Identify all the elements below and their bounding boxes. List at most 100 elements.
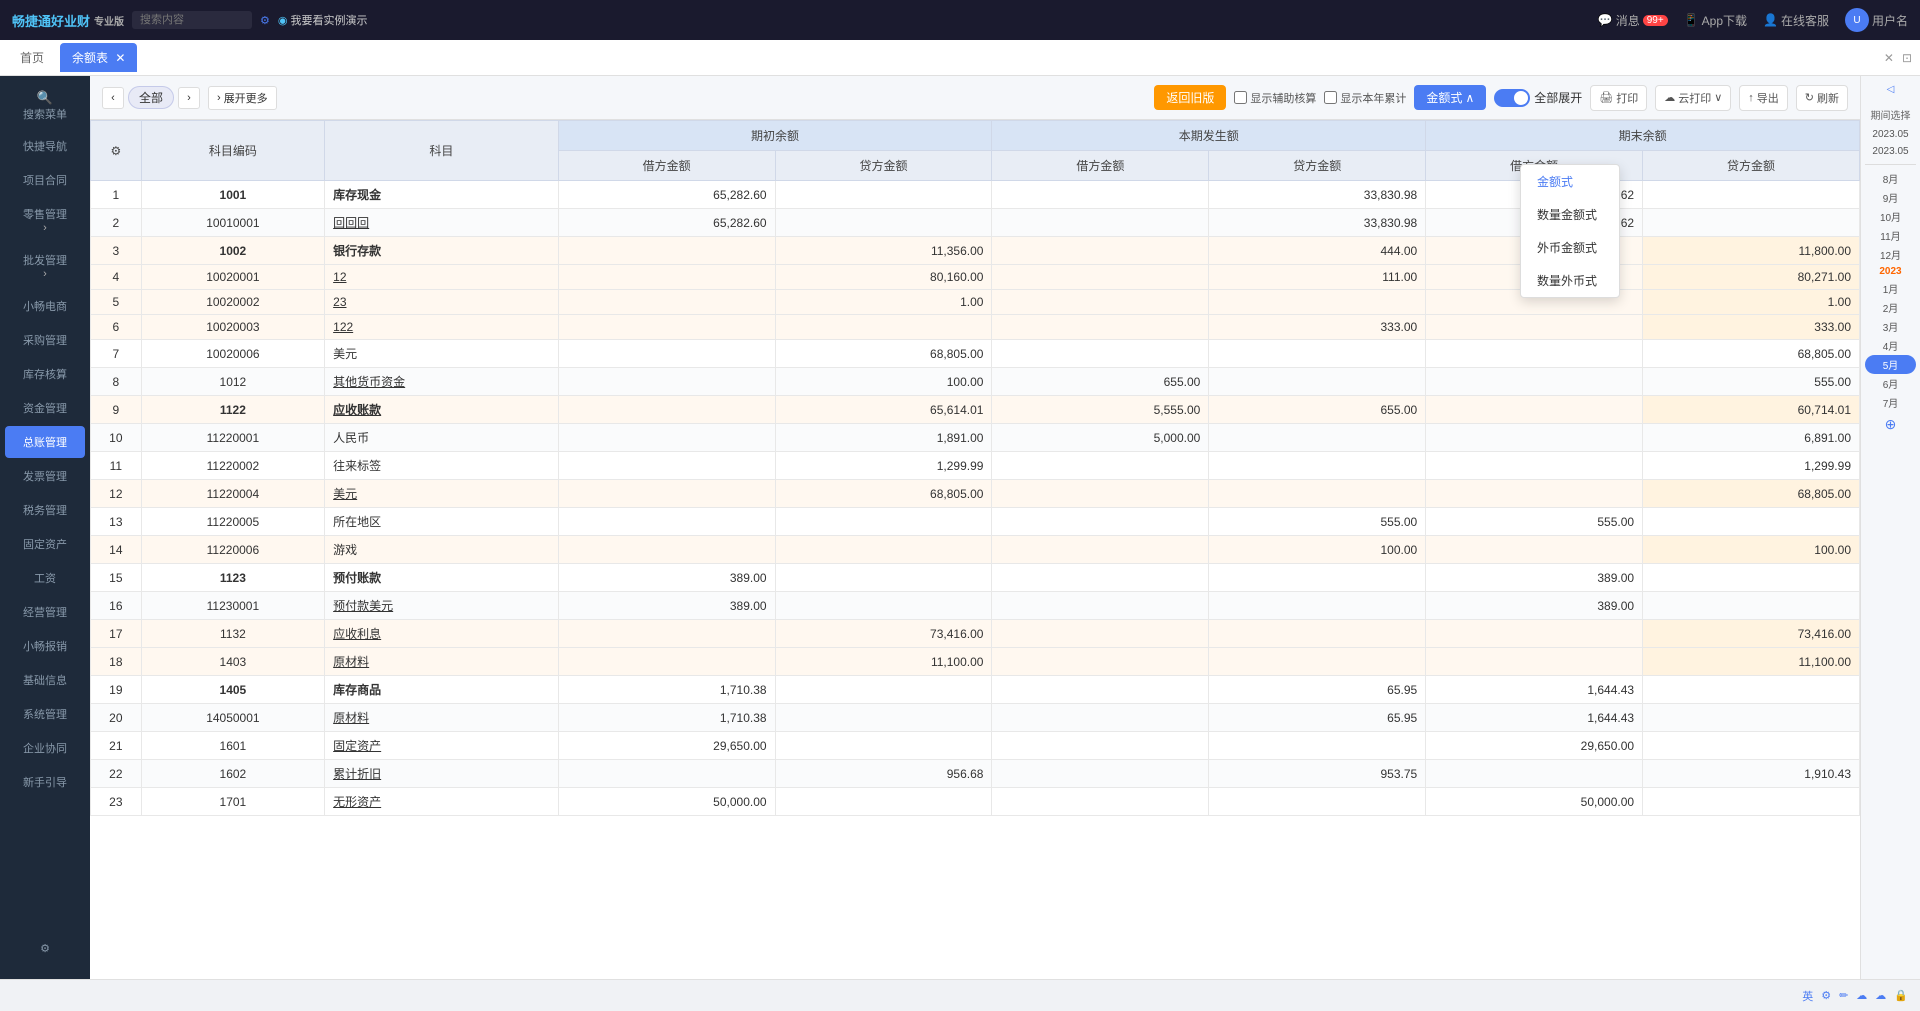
cell-subject[interactable]: 23 [325,290,559,315]
online-service-btn[interactable]: 👤 在线客服 [1763,12,1829,29]
sidebar-item-retail[interactable]: 零售管理 › [5,198,85,242]
cloud-print-btn[interactable]: ☁ 云打印 ∨ [1655,85,1731,111]
collapse-period-btn[interactable]: ◁ [1887,84,1895,95]
cell-subject[interactable]: 美元 [325,480,559,508]
settings-icon[interactable]: ⚙ [260,14,270,27]
nav-left-arrow[interactable]: ‹ [102,87,124,109]
expand-more-btn[interactable]: › 展开更多 [208,86,277,110]
period-month-11[interactable]: 11月 [1865,226,1916,245]
sidebar-item-ecommerce[interactable]: 小畅电商 [5,290,85,322]
aux-checkbox-input[interactable] [1234,91,1247,104]
dropdown-item-qty-amount[interactable]: 数量金额式 [1521,198,1619,231]
cell-subject[interactable]: 12 [325,265,559,290]
cell-subject[interactable]: 无形资产 [325,788,559,816]
period-month-10[interactable]: 10月 [1865,207,1916,226]
dropdown-item-foreign-amount[interactable]: 外币金额式 [1521,231,1619,264]
show-ytd-checkbox[interactable]: 显示本年累计 [1324,90,1406,106]
cell-subject[interactable]: 应收利息 [325,620,559,648]
period-month-9[interactable]: 9月 [1865,188,1916,207]
cell-subject[interactable]: 其他货币资金 [325,368,559,396]
mode-btn[interactable]: 金额式 ∧ [1414,85,1486,110]
sidebar-search[interactable]: 🔍 搜索菜单 [5,84,85,128]
sidebar-item-tax[interactable]: 税务管理 [5,494,85,526]
app-logo: 畅捷通好业财 专业版 [12,11,124,30]
cell-cb-credit: 11,100.00 [1643,648,1860,676]
cell-subject[interactable]: 预付款美元 [325,592,559,620]
sidebar-item-expense[interactable]: 小畅报销 [5,630,85,662]
sidebar-item-system[interactable]: 系统管理 [5,698,85,730]
top-search-input[interactable] [132,11,252,29]
top-bar: 畅捷通好业财 专业版 ⚙ ◉ 我要看实例演示 💬 消息 99+ 📱 App下载 … [0,0,1920,40]
th-settings[interactable]: ⚙ [91,121,142,181]
sidebar-item-funds[interactable]: 资金管理 [5,392,85,424]
sidebar-item-inventory[interactable]: 库存核算 [5,358,85,390]
sidebar-item-ledger[interactable]: 总账管理 [5,426,85,458]
sidebar-item-payroll[interactable]: 工资 [5,562,85,594]
sidebar-quick-nav[interactable]: 快捷导航 [5,130,85,162]
sidebar-item-assets[interactable]: 固定资产 [5,528,85,560]
tab-balance[interactable]: 余额表 ✕ [60,43,137,72]
refresh-btn[interactable]: ↻ 刷新 [1796,85,1848,111]
cell-subject[interactable]: 原材料 [325,704,559,732]
edit-bottom-icon[interactable]: ✏ [1839,989,1848,1002]
message-btn[interactable]: 💬 消息 99+ [1598,12,1668,29]
cell-subject[interactable]: 122 [325,315,559,340]
toggle-switch-control[interactable] [1494,89,1530,107]
sidebar-item-basic-info[interactable]: 基础信息 [5,664,85,696]
period-year-end[interactable]: 2023.05 [1865,143,1916,160]
sidebar-settings[interactable]: ⚙ [5,934,85,963]
period-year-2023[interactable]: 2023 [1865,264,1916,279]
period-month-7[interactable]: 7月 [1865,393,1916,412]
period-month-1[interactable]: 1月 [1865,279,1916,298]
lang-icon[interactable]: 英 [1802,988,1813,1004]
cloud-bottom-icon[interactable]: ☁ [1856,989,1867,1002]
export-btn[interactable]: ↑ 导出 [1739,85,1788,111]
cell-subject[interactable]: 回回回 [325,209,559,237]
settings-bottom-icon[interactable]: ⚙ [1821,989,1831,1002]
period-month-3[interactable]: 3月 [1865,317,1916,336]
period-month-8[interactable]: 8月 [1865,169,1916,188]
print-btn[interactable]: 🖨 打印 [1590,85,1647,111]
period-expand-btn[interactable]: ⊕ [1865,416,1916,433]
cell-subject[interactable]: 累计折旧 [325,760,559,788]
cell-subject[interactable]: 应收账款 [325,396,559,424]
cell-subject[interactable]: 原材料 [325,648,559,676]
search-tag-all[interactable]: 全部 [128,86,174,109]
expand-all-toggle[interactable]: 全部展开 [1494,89,1582,107]
sidebar-item-purchase[interactable]: 采购管理 [5,324,85,356]
tab-close-icon[interactable]: ✕ [115,51,125,65]
period-month-4[interactable]: 4月 [1865,336,1916,355]
back-btn[interactable]: 返回旧版 [1154,85,1226,110]
sync-bottom-icon[interactable]: ☁ [1875,989,1886,1002]
period-year-start[interactable]: 2023.05 [1865,126,1916,143]
demo-link[interactable]: ◉ 我要看实例演示 [278,12,368,28]
show-aux-checkbox[interactable]: 显示辅助核算 [1234,90,1316,106]
th-current-period: 本期发生额 [992,121,1426,151]
dropdown-item-amount[interactable]: 金额式 [1521,165,1619,198]
tab-home[interactable]: 首页 [8,43,56,72]
cell-cp-debit [992,648,1209,676]
period-month-12[interactable]: 12月 [1865,245,1916,264]
sidebar-item-project[interactable]: 项目合同 [5,164,85,196]
cell-cp-credit [1209,452,1426,480]
sidebar-item-enterprise[interactable]: 企业协同 [5,732,85,764]
period-month-5[interactable]: 5月 [1865,355,1916,374]
user-avatar[interactable]: U 用户名 [1845,8,1908,32]
period-month-6[interactable]: 6月 [1865,374,1916,393]
period-section: 期间选择 2023.05 2023.05 8月 9月 10月 11月 12月 2… [1861,99,1920,437]
nav-right-arrow[interactable]: › [178,87,200,109]
tab-restore-icon[interactable]: ⊡ [1902,51,1912,65]
ytd-checkbox-input[interactable] [1324,91,1337,104]
cell-ob-debit [558,452,775,480]
tab-window-icon[interactable]: ✕ [1884,51,1894,65]
sidebar-item-operations[interactable]: 经营管理 [5,596,85,628]
sidebar-item-invoice[interactable]: 发票管理 [5,460,85,492]
sidebar-item-guide[interactable]: 新手引导 [5,766,85,798]
cell-code: 1405 [141,676,325,704]
cell-subject[interactable]: 固定资产 [325,732,559,760]
lock-bottom-icon[interactable]: 🔒 [1894,989,1908,1002]
app-download-btn[interactable]: 📱 App下载 [1684,12,1747,29]
period-month-2[interactable]: 2月 [1865,298,1916,317]
sidebar-item-wholesale[interactable]: 批发管理 › [5,244,85,288]
dropdown-item-qty-foreign[interactable]: 数量外币式 [1521,264,1619,297]
